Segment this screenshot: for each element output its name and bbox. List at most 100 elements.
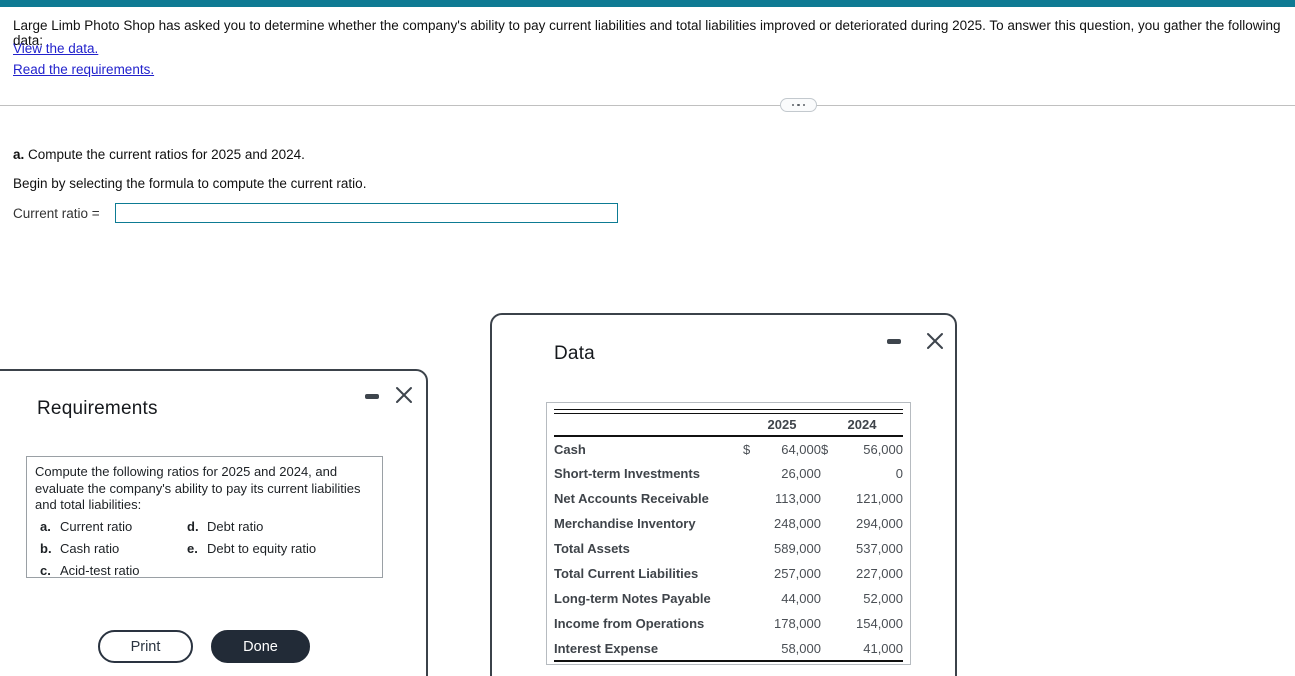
ellipsis-icon <box>802 103 806 107</box>
currency-sign <box>821 536 839 561</box>
currency-sign <box>742 636 759 662</box>
top-accent-bar <box>0 0 1295 7</box>
requirement-item-b: b. Cash ratio <box>40 541 187 556</box>
table-row: Long-term Notes Payable 44,000 52,000 <box>554 586 903 611</box>
value-2025: 178,000 <box>773 616 821 631</box>
done-button[interactable]: Done <box>211 630 310 663</box>
requirement-item-e: e. Debt to equity ratio <box>187 541 374 556</box>
requirements-dialog-title: Requirements <box>37 398 158 419</box>
requirement-text: Cash ratio <box>60 540 120 556</box>
value-2024: 121,000 <box>856 491 903 506</box>
row-label: Income from Operations <box>554 616 705 631</box>
table-row: Short-term Investments 26,000 0 <box>554 461 903 486</box>
read-requirements-link[interactable]: Read the requirements. <box>13 62 154 77</box>
requirement-letter: b. <box>40 540 52 556</box>
value-2025: 64,000 <box>781 441 821 457</box>
value-2024: 52,000 <box>863 591 903 606</box>
problem-statement: Large Limb Photo Shop has asked you to d… <box>13 18 1281 48</box>
table-row: Cash $ 64,000 $ 56,000 <box>554 436 903 461</box>
ellipsis-icon <box>791 103 795 107</box>
view-data-link[interactable]: View the data. <box>13 41 98 56</box>
currency-sign <box>743 511 759 536</box>
currency-sign: $ <box>742 441 751 457</box>
currency-sign <box>743 486 759 511</box>
currency-sign <box>821 486 839 511</box>
table-header-row: 2025 2024 <box>554 414 903 437</box>
table-row: Interest Expense 58,000 41,000 <box>554 636 903 662</box>
section-divider <box>0 105 1295 106</box>
currency-sign <box>743 536 759 561</box>
value-2025: 44,000 <box>781 591 821 606</box>
close-icon[interactable] <box>926 332 944 350</box>
empty-header-cell <box>554 414 743 437</box>
currency-sign <box>821 461 839 486</box>
value-2024: 41,000 <box>838 636 903 662</box>
table-row: Merchandise Inventory 248,000 294,000 <box>554 511 903 536</box>
currency-sign <box>743 586 759 611</box>
requirements-text-box: Compute the following ratios for 2025 an… <box>26 456 383 578</box>
row-label: Cash <box>554 441 586 457</box>
requirements-dialog: Requirements Compute the following ratio… <box>0 369 428 676</box>
print-button[interactable]: Print <box>98 630 193 663</box>
currency-sign <box>821 611 839 636</box>
value-2024: 154,000 <box>856 616 903 631</box>
value-2024: 537,000 <box>856 541 903 556</box>
question-part-text: Compute the current ratios for 2025 and … <box>24 147 305 162</box>
currency-sign <box>743 611 759 636</box>
close-icon[interactable] <box>395 386 413 404</box>
requirement-item-d: d. Debt ratio <box>187 519 374 534</box>
requirement-letter: d. <box>187 518 199 534</box>
year-header-2024: 2024 <box>820 414 903 437</box>
requirements-list: a. Current ratio d. Debt ratio b. Cash r… <box>40 519 374 578</box>
row-label: Net Accounts Receivable <box>554 491 709 506</box>
currency-sign <box>820 636 839 662</box>
financial-data-table: 2025 2024 Cash $ 64,000 $ 56,000 Short-t… <box>546 402 911 665</box>
year-header-2025: 2025 <box>742 414 821 437</box>
currency-sign <box>821 511 839 536</box>
row-label: Total Assets <box>554 541 630 556</box>
value-2024: 227,000 <box>856 566 903 581</box>
currency-sign: $ <box>820 441 829 457</box>
row-label: Merchandise Inventory <box>554 516 696 531</box>
current-ratio-formula-input[interactable] <box>115 203 618 223</box>
row-label: Short-term Investments <box>554 466 700 481</box>
row-label: Long-term Notes Payable <box>554 591 711 606</box>
value-2024: 0 <box>895 466 903 481</box>
requirement-letter: c. <box>40 562 51 578</box>
row-label: Interest Expense <box>554 636 743 662</box>
requirement-letter: a. <box>40 518 51 534</box>
value-2025: 113,000 <box>774 491 821 506</box>
requirement-letter: e. <box>187 540 198 556</box>
question-instruction: Begin by selecting the formula to comput… <box>13 176 367 191</box>
requirement-text: Debt to equity ratio <box>207 540 317 556</box>
current-ratio-label: Current ratio = <box>13 206 100 221</box>
value-2025: 26,000 <box>781 466 821 481</box>
value-2025: 58,000 <box>758 636 821 662</box>
requirement-item-a: a. Current ratio <box>40 519 187 534</box>
requirement-item-c: c. Acid-test ratio <box>40 563 187 578</box>
value-2025: 248,000 <box>773 516 821 531</box>
requirement-text: Current ratio <box>60 518 133 534</box>
requirement-text: Acid-test ratio <box>60 562 140 578</box>
value-2024: 56,000 <box>863 441 903 457</box>
value-2025: 257,000 <box>773 566 821 581</box>
table-row: Net Accounts Receivable 113,000 121,000 <box>554 486 903 511</box>
table-row: Total Assets 589,000 537,000 <box>554 536 903 561</box>
requirement-text: Debt ratio <box>207 518 264 534</box>
currency-sign <box>743 561 759 586</box>
row-label: Total Current Liabilities <box>554 566 699 581</box>
page: Large Limb Photo Shop has asked you to d… <box>0 0 1295 676</box>
currency-sign <box>743 461 759 486</box>
table-row: Income from Operations 178,000 154,000 <box>554 611 903 636</box>
minimize-icon[interactable] <box>887 339 901 344</box>
data-dialog: Data 2025 2024 Cash $ 64,000 $ 56,000 Sh… <box>490 313 957 676</box>
divider-ellipsis-button[interactable] <box>780 98 817 112</box>
data-dialog-title: Data <box>554 343 595 364</box>
currency-sign <box>821 586 839 611</box>
value-2025: 589,000 <box>773 541 821 556</box>
question-part-a: a. Compute the current ratios for 2025 a… <box>13 147 305 162</box>
question-part-letter: a. <box>13 147 25 162</box>
ellipsis-icon <box>797 103 800 107</box>
requirements-intro: Compute the following ratios for 2025 an… <box>35 464 361 512</box>
minimize-icon[interactable] <box>365 394 379 399</box>
